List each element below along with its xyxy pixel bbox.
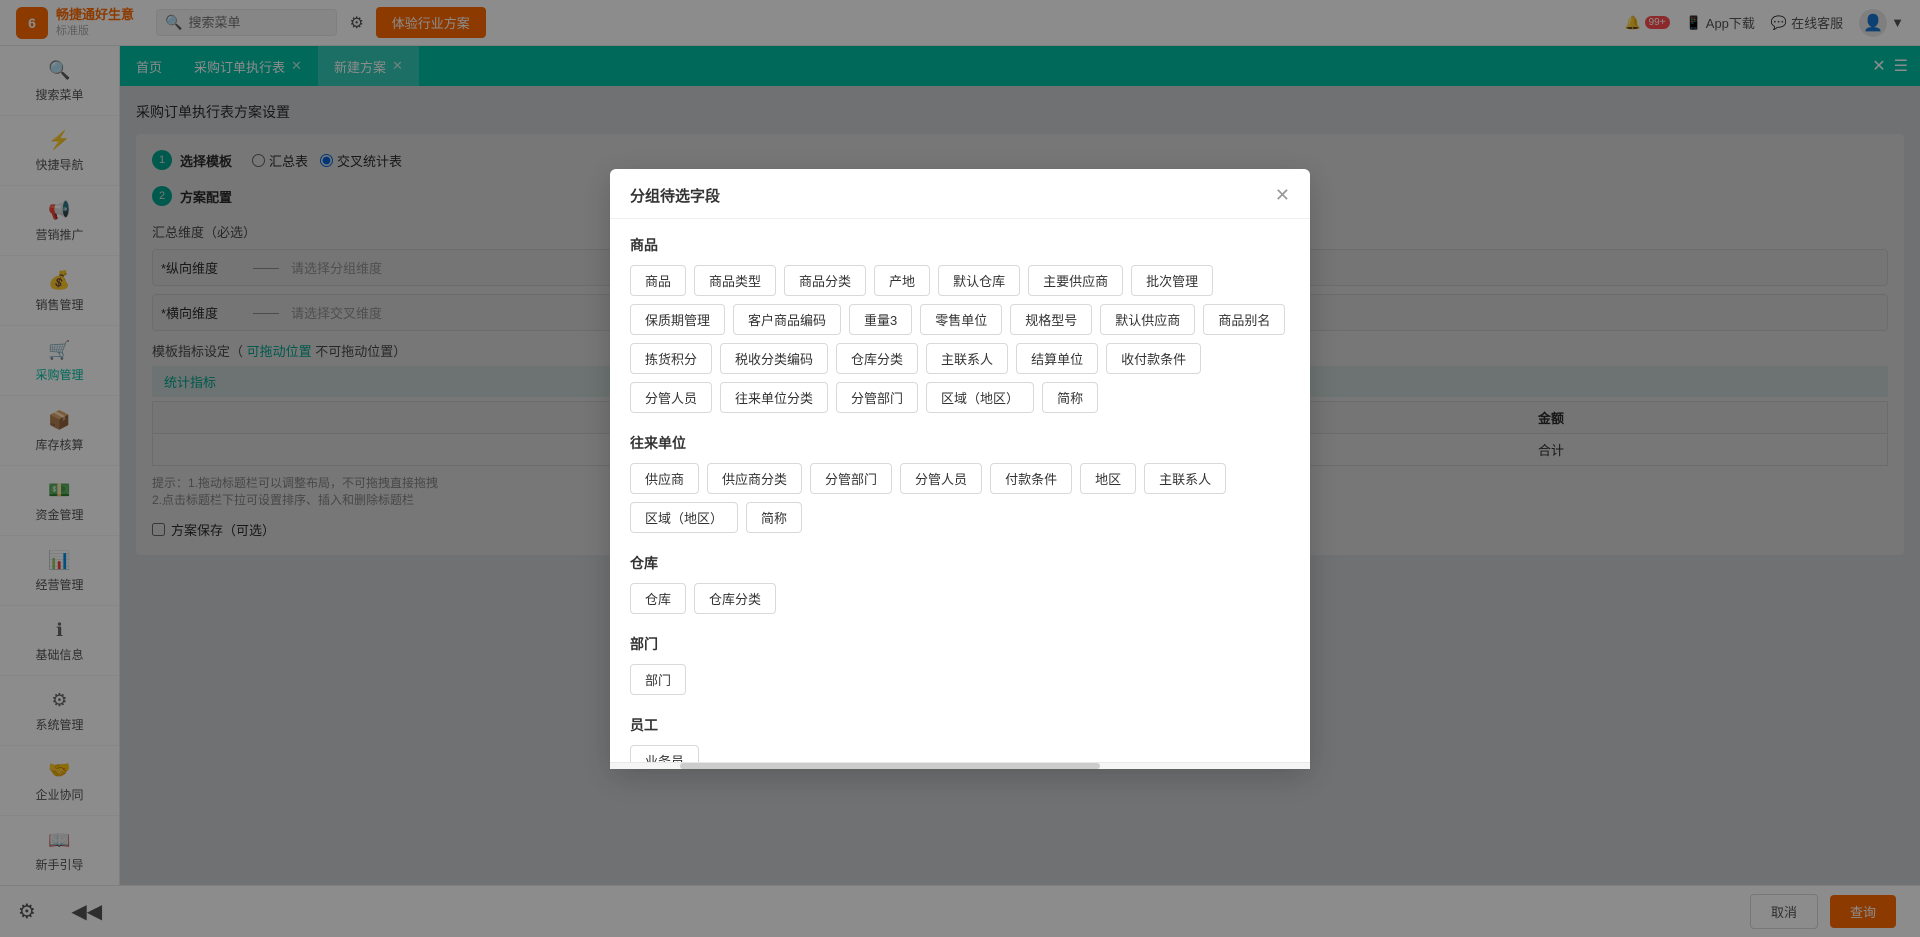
- field-tag-expiry-mgmt[interactable]: 保质期管理: [630, 304, 725, 335]
- modal-overlay: 分组待选字段 ✕ 商品 商品 商品类型 商品分类 产地 默认仓库 主要供应商 批…: [0, 0, 1920, 937]
- modal-dialog: 分组待选字段 ✕ 商品 商品 商品类型 商品分类 产地 默认仓库 主要供应商 批…: [610, 169, 1310, 769]
- field-tags-counterpart: 供应商 供应商分类 分管部门 分管人员 付款条件 地区 主联系人 区域（地区） …: [630, 463, 1290, 533]
- field-group-product: 商品 商品 商品类型 商品分类 产地 默认仓库 主要供应商 批次管理 保质期管理…: [630, 235, 1290, 413]
- field-group-counterpart-title: 往来单位: [630, 433, 1290, 453]
- field-tag-region2[interactable]: 区域（地区）: [630, 502, 738, 533]
- field-tag-retail-unit[interactable]: 零售单位: [920, 304, 1002, 335]
- field-tag-supplier-category[interactable]: 供应商分类: [707, 463, 802, 494]
- field-group-counterpart: 往来单位 供应商 供应商分类 分管部门 分管人员 付款条件 地区 主联系人 区域…: [630, 433, 1290, 533]
- field-tag-weight3[interactable]: 重量3: [849, 304, 912, 335]
- modal-horizontal-scrollbar[interactable]: [610, 762, 1310, 769]
- field-tag-region[interactable]: 区域（地区）: [926, 382, 1034, 413]
- field-tag-payment-cond[interactable]: 付款条件: [990, 463, 1072, 494]
- field-tag-main-contact2[interactable]: 主联系人: [1144, 463, 1226, 494]
- field-group-employee-title: 员工: [630, 715, 1290, 735]
- field-tag-product[interactable]: 商品: [630, 265, 686, 296]
- modal-close-icon[interactable]: ✕: [1275, 185, 1290, 206]
- field-tag-supplier[interactable]: 供应商: [630, 463, 699, 494]
- field-tag-main-contact[interactable]: 主联系人: [926, 343, 1008, 374]
- field-tag-counterpart-manager[interactable]: 分管人员: [900, 463, 982, 494]
- field-tag-dept[interactable]: 分管部门: [836, 382, 918, 413]
- field-tag-short-name[interactable]: 简称: [1042, 382, 1098, 413]
- field-tags-product: 商品 商品类型 商品分类 产地 默认仓库 主要供应商 批次管理 保质期管理 客户…: [630, 265, 1290, 413]
- field-tag-product-category[interactable]: 商品分类: [784, 265, 866, 296]
- field-group-warehouse: 仓库 仓库 仓库分类: [630, 553, 1290, 614]
- field-tag-salesperson[interactable]: 业务员: [630, 745, 699, 762]
- modal-hscroll-thumb: [680, 763, 1100, 769]
- modal-title: 分组待选字段: [630, 185, 720, 206]
- modal-body: 商品 商品 商品类型 商品分类 产地 默认仓库 主要供应商 批次管理 保质期管理…: [610, 219, 1310, 762]
- field-tags-department: 部门: [630, 664, 1290, 695]
- field-tag-pick-points[interactable]: 拣货积分: [630, 343, 712, 374]
- field-tag-warehouse-category[interactable]: 仓库分类: [836, 343, 918, 374]
- modal-header: 分组待选字段 ✕: [610, 169, 1310, 219]
- field-tag-tax-code[interactable]: 税收分类编码: [720, 343, 828, 374]
- field-tag-warehouse[interactable]: 仓库: [630, 583, 686, 614]
- field-tag-payment-terms[interactable]: 收付款条件: [1106, 343, 1201, 374]
- field-tag-short-name2[interactable]: 简称: [746, 502, 802, 533]
- field-tag-origin[interactable]: 产地: [874, 265, 930, 296]
- field-tags-employee: 业务员: [630, 745, 1290, 762]
- field-tag-product-alias[interactable]: 商品别名: [1203, 304, 1285, 335]
- field-group-department: 部门 部门: [630, 634, 1290, 695]
- field-tag-customer-code[interactable]: 客户商品编码: [733, 304, 841, 335]
- field-tag-warehouse-cat[interactable]: 仓库分类: [694, 583, 776, 614]
- field-tag-manager[interactable]: 分管人员: [630, 382, 712, 413]
- field-tag-product-type[interactable]: 商品类型: [694, 265, 776, 296]
- field-group-employee: 员工 业务员: [630, 715, 1290, 762]
- field-group-product-title: 商品: [630, 235, 1290, 255]
- field-tag-main-supplier[interactable]: 主要供应商: [1028, 265, 1123, 296]
- field-tag-counterpart-category[interactable]: 往来单位分类: [720, 382, 828, 413]
- field-tag-spec-model[interactable]: 规格型号: [1010, 304, 1092, 335]
- field-tags-warehouse: 仓库 仓库分类: [630, 583, 1290, 614]
- field-tag-settlement-unit[interactable]: 结算单位: [1016, 343, 1098, 374]
- field-tag-area[interactable]: 地区: [1080, 463, 1136, 494]
- field-tag-default-warehouse[interactable]: 默认仓库: [938, 265, 1020, 296]
- field-tag-counterpart-dept[interactable]: 分管部门: [810, 463, 892, 494]
- field-tag-department[interactable]: 部门: [630, 664, 686, 695]
- field-tag-default-supplier[interactable]: 默认供应商: [1100, 304, 1195, 335]
- field-group-warehouse-title: 仓库: [630, 553, 1290, 573]
- field-group-department-title: 部门: [630, 634, 1290, 654]
- field-tag-batch-mgmt[interactable]: 批次管理: [1131, 265, 1213, 296]
